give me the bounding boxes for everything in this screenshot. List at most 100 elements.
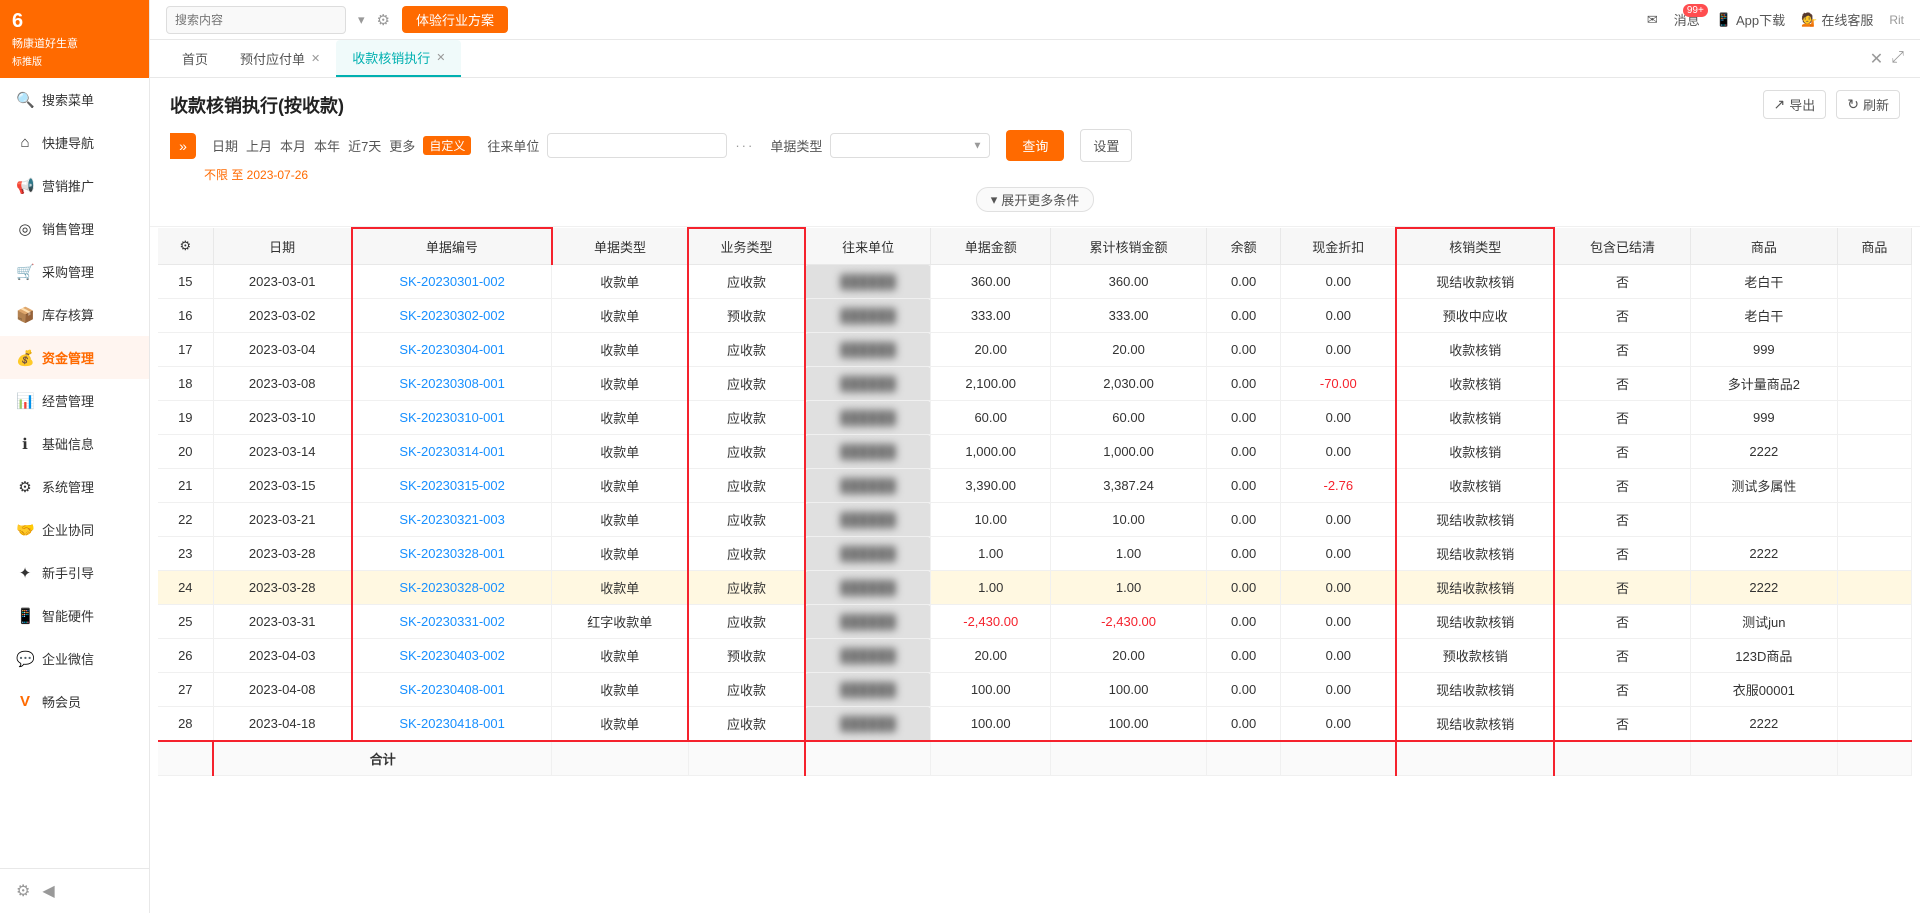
sidebar-item-enterprise[interactable]: 🤝 企业协同	[0, 508, 149, 551]
sidebar-item-operations[interactable]: 📊 经营管理	[0, 379, 149, 422]
doc-no-link[interactable]: SK-20230321-003	[399, 512, 505, 527]
doc-no-link[interactable]: SK-20230301-002	[399, 274, 505, 289]
date-custom[interactable]: 自定义	[423, 136, 471, 155]
doc-no-link[interactable]: SK-20230310-001	[399, 410, 505, 425]
th-date: 日期	[213, 228, 352, 265]
tab-prepay[interactable]: 预付应付单 ✕	[224, 41, 336, 76]
table-cell[interactable]: SK-20230310-001	[352, 401, 552, 435]
doc-no-link[interactable]: SK-20230403-002	[399, 648, 505, 663]
sidebar-item-finance[interactable]: 💰 资金管理	[0, 336, 149, 379]
tab-collection[interactable]: 收款核销执行 ✕	[336, 40, 461, 77]
tab-home[interactable]: 首页	[166, 41, 224, 76]
sidebar-item-sales[interactable]: ◎ 销售管理	[0, 207, 149, 250]
sidebar-item-marketing[interactable]: 📢 营销推广	[0, 164, 149, 207]
table-cell[interactable]: SK-20230328-002	[352, 571, 552, 605]
table-cell: 0.00	[1207, 503, 1281, 537]
doc-no-link[interactable]: SK-20230328-002	[399, 580, 505, 595]
table-cell: 333.00	[931, 299, 1051, 333]
table-cell[interactable]: SK-20230418-001	[352, 707, 552, 742]
table-cell	[1837, 503, 1911, 537]
tab-expand-icon[interactable]: ⤢	[1891, 49, 1904, 69]
table-container[interactable]: ⚙ 日期 单据编号 单据类型 业务类型 往来单位 单据金额 累计核销金额 余额 …	[150, 227, 1920, 913]
sidebar-item-system[interactable]: ⚙ 系统管理	[0, 465, 149, 508]
table-cell: 17	[158, 333, 213, 367]
th-doc-type: 单据类型	[552, 228, 688, 265]
settings-icon[interactable]: ⚙	[16, 881, 30, 901]
table-cell: 2023-03-28	[213, 571, 352, 605]
header-right: ✉ 消息 99+ 📱 App下载 💁 在线客服 Rit	[1647, 10, 1904, 29]
user-name[interactable]: Rit	[1889, 13, 1904, 27]
header-search-input[interactable]	[166, 6, 346, 34]
voucher-type-select[interactable]	[830, 133, 990, 158]
sidebar-item-basic[interactable]: ℹ 基础信息	[0, 422, 149, 465]
table-cell: 26	[158, 639, 213, 673]
doc-no-link[interactable]: SK-20230331-002	[399, 614, 505, 629]
refresh-button[interactable]: ↻ 刷新	[1836, 90, 1900, 119]
th-written-off: 累计核销金额	[1051, 228, 1207, 265]
filter-expand-button[interactable]: »	[170, 133, 196, 159]
table-cell[interactable]: SK-20230304-001	[352, 333, 552, 367]
header-gear-icon[interactable]: ⚙	[377, 11, 390, 29]
sidebar-item-inventory[interactable]: 📦 库存核算	[0, 293, 149, 336]
date-7-days[interactable]: 近7天	[348, 136, 381, 155]
table-cell: -70.00	[1281, 367, 1397, 401]
doc-no-link[interactable]: SK-20230308-001	[399, 376, 505, 391]
table-cell[interactable]: SK-20230403-002	[352, 639, 552, 673]
tab-collection-close[interactable]: ✕	[436, 51, 445, 64]
tab-close-all-icon[interactable]: ✕	[1870, 49, 1883, 69]
export-button[interactable]: ↗ 导出	[1763, 90, 1827, 119]
table-cell[interactable]: SK-20230314-001	[352, 435, 552, 469]
header-dropdown-arrow[interactable]: ▾	[358, 12, 365, 28]
sidebar-item-search[interactable]: 🔍 搜索菜单	[0, 78, 149, 121]
table-cell[interactable]: SK-20230331-002	[352, 605, 552, 639]
table-cell	[1837, 299, 1911, 333]
table-cell: 老白干	[1690, 299, 1837, 333]
doc-no-link[interactable]: SK-20230302-002	[399, 308, 505, 323]
doc-no-link[interactable]: SK-20230304-001	[399, 342, 505, 357]
doc-no-link[interactable]: SK-20230408-001	[399, 682, 505, 697]
table-cell[interactable]: SK-20230328-001	[352, 537, 552, 571]
online-service-item[interactable]: 💁 在线客服	[1801, 10, 1873, 29]
table-cell[interactable]: SK-20230315-002	[352, 469, 552, 503]
table-cell[interactable]: SK-20230308-001	[352, 367, 552, 401]
tab-bar: 首页 预付应付单 ✕ 收款核销执行 ✕ ✕ ⤢	[150, 40, 1920, 78]
partner-dots[interactable]: ···	[735, 138, 754, 153]
sidebar-item-purchase[interactable]: 🛒 采购管理	[0, 250, 149, 293]
table-cell[interactable]: SK-20230302-002	[352, 299, 552, 333]
partner-label: 往来单位	[487, 136, 539, 155]
sidebar-item-hardware[interactable]: 📱 智能硬件	[0, 594, 149, 637]
table-cell: 123D商品	[1690, 639, 1837, 673]
partner-input[interactable]	[547, 133, 727, 158]
table-cell[interactable]: SK-20230408-001	[352, 673, 552, 707]
doc-no-link[interactable]: SK-20230315-002	[399, 478, 505, 493]
enterprise-icon: 🤝	[16, 521, 34, 539]
filter-setting-button[interactable]: 设置	[1080, 129, 1132, 162]
table-cell: 预收款	[688, 639, 805, 673]
table-cell: 999	[1690, 401, 1837, 435]
tab-prepay-close[interactable]: ✕	[311, 52, 320, 65]
date-this-month[interactable]: 本月	[280, 136, 306, 155]
sidebar-item-nav[interactable]: ⌂ 快捷导航	[0, 121, 149, 164]
query-button[interactable]: 查询	[1006, 130, 1064, 161]
date-this-year[interactable]: 本年	[314, 136, 340, 155]
sidebar-item-guide[interactable]: ✦ 新手引导	[0, 551, 149, 594]
sidebar-item-wechat[interactable]: 💬 企业微信	[0, 637, 149, 680]
table-cell: 999	[1690, 333, 1837, 367]
doc-no-link[interactable]: SK-20230328-001	[399, 546, 505, 561]
th-gear[interactable]: ⚙	[158, 228, 213, 265]
sidebar-item-member[interactable]: V 畅会员	[0, 680, 149, 723]
th-goods: 商品	[1690, 228, 1837, 265]
table-cell: 19	[158, 401, 213, 435]
table-cell: 现结收款核销	[1396, 265, 1554, 299]
industry-solution-button[interactable]: 体验行业方案	[402, 6, 508, 33]
doc-no-link[interactable]: SK-20230418-001	[399, 716, 505, 731]
date-last-month[interactable]: 上月	[246, 136, 272, 155]
collapse-icon[interactable]: ◀	[42, 881, 54, 901]
app-download-item[interactable]: 📱 App下载	[1716, 10, 1785, 29]
doc-no-link[interactable]: SK-20230314-001	[399, 444, 505, 459]
table-cell[interactable]: SK-20230301-002	[352, 265, 552, 299]
table-cell[interactable]: SK-20230321-003	[352, 503, 552, 537]
expand-more-button[interactable]: ▾ 展开更多条件	[976, 187, 1095, 212]
date-more[interactable]: 更多	[389, 136, 415, 155]
messages-item[interactable]: ✉ 消息 99+	[1647, 10, 1700, 29]
